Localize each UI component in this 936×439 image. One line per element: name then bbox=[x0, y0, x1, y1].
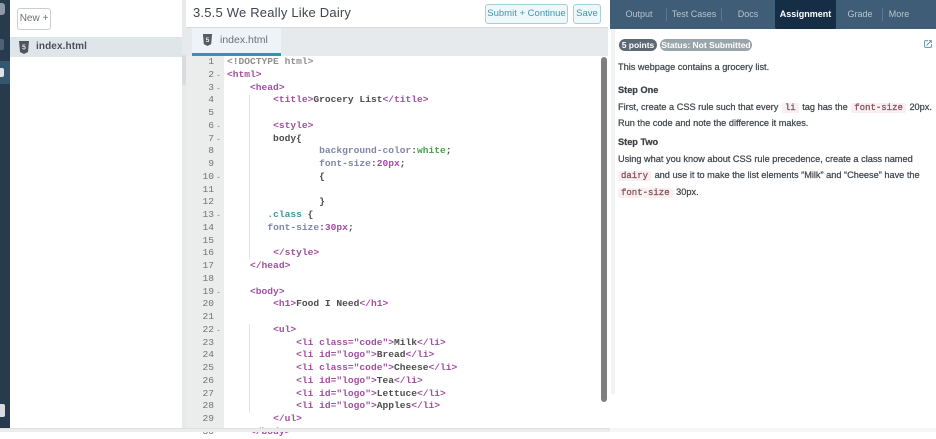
svg-text:5: 5 bbox=[22, 45, 26, 52]
svg-text:5: 5 bbox=[206, 37, 210, 44]
